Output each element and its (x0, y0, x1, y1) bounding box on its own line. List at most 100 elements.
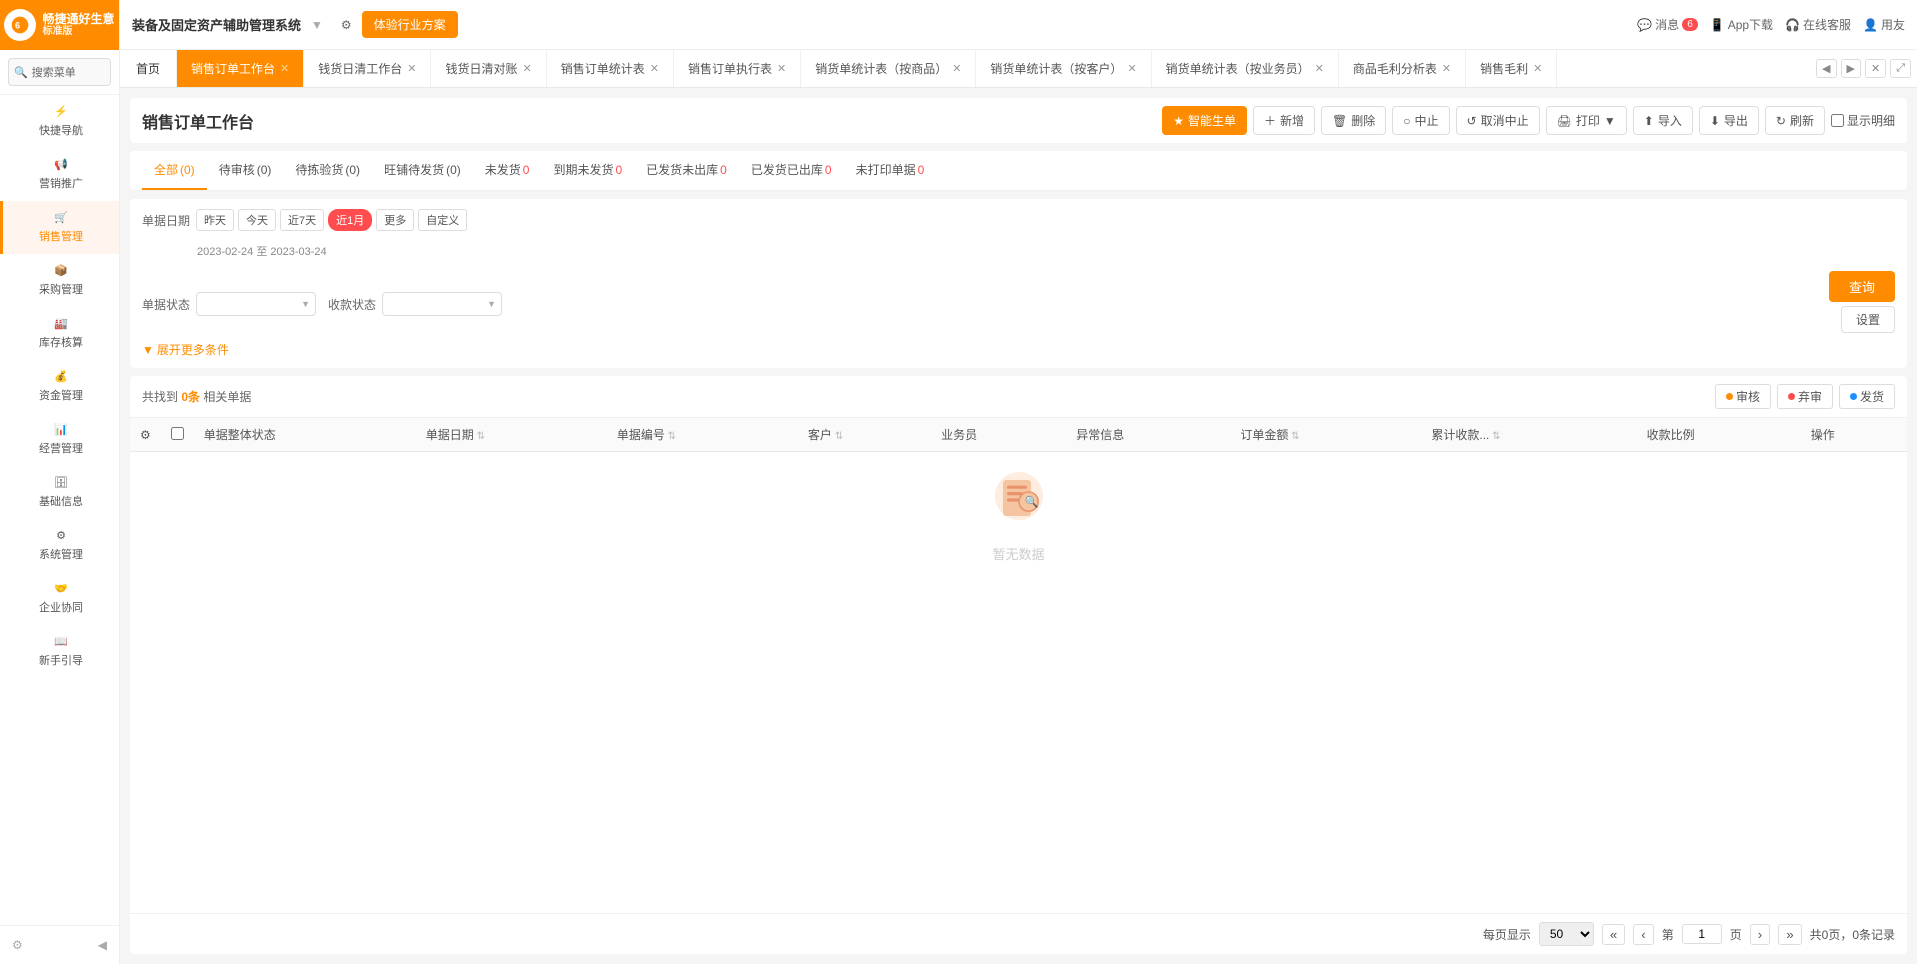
tab-cash-daily-workbench[interactable]: 钱货日清工作台 ✕ (304, 50, 431, 87)
user-menu-button[interactable]: 👤 用友 (1863, 16, 1905, 33)
prev-page-button[interactable]: ‹ (1633, 924, 1653, 945)
search-icon: 🔍 (14, 66, 28, 79)
tab-scroll-right-button[interactable]: ▶ (1841, 59, 1861, 78)
tab-home[interactable]: 首页 (120, 50, 177, 87)
query-button[interactable]: 查询 (1829, 271, 1895, 302)
tab-close-icon[interactable]: ✕ (1533, 62, 1542, 75)
sidebar-item-basic[interactable]: 🗄 基础信息 (0, 466, 119, 519)
refresh-button[interactable]: ↻ 刷新 (1765, 106, 1825, 135)
date-btn-custom[interactable]: 自定义 (418, 209, 467, 231)
last-page-button[interactable]: » (1778, 924, 1801, 945)
ship-batch-button[interactable]: 发货 (1839, 384, 1895, 409)
message-button[interactable]: 💬 消息 6 (1637, 16, 1698, 33)
sidebar-item-guide[interactable]: 📖 新手引导 (0, 625, 119, 678)
col-customer[interactable]: 客户 (798, 418, 931, 452)
show-detail-checkbox[interactable] (1831, 114, 1844, 127)
sub-tab-pending-inspection[interactable]: 待拣验货(0) (283, 151, 372, 190)
tab-close-icon[interactable]: ✕ (650, 62, 659, 75)
gear-button[interactable]: ⚙ (341, 18, 352, 32)
tab-sales-order-execution[interactable]: 销售订单执行表 ✕ (674, 50, 801, 87)
tab-close-icon[interactable]: ✕ (1315, 62, 1324, 75)
import-button[interactable]: ⬆ 导入 (1633, 106, 1693, 135)
tab-sales-gross[interactable]: 销售毛利 ✕ (1466, 50, 1557, 87)
status-select[interactable] (196, 292, 316, 316)
stop-button[interactable]: ○ 中止 (1392, 106, 1449, 135)
sidebar-item-finance[interactable]: 💰 资金管理 (0, 360, 119, 413)
tab-sales-stats-product[interactable]: 销货单统计表（按商品） ✕ (801, 50, 976, 87)
show-detail-label[interactable]: 显示明细 (1831, 112, 1895, 129)
chevron-down-icon: ▼ (142, 343, 154, 357)
tab-close-icon[interactable]: ✕ (280, 62, 289, 75)
collapse-sidebar-button[interactable]: ◀ (94, 934, 111, 956)
smart-gen-button[interactable]: ★ 智能生单 (1162, 106, 1247, 135)
col-exception: 异常信息 (1066, 418, 1230, 452)
tab-close-icon[interactable]: ✕ (952, 62, 961, 75)
search-menu-button[interactable]: 🔍 搜索菜单 (8, 58, 111, 86)
col-date[interactable]: 单据日期 (416, 418, 607, 452)
tab-close-icon[interactable]: ✕ (777, 62, 786, 75)
delete-button[interactable]: 🗑 删除 (1321, 106, 1386, 135)
export-button[interactable]: ⬇ 导出 (1699, 106, 1759, 135)
tab-cash-reconciliation[interactable]: 钱货日清对账 ✕ (431, 50, 546, 87)
tab-sales-order-workbench[interactable]: 销售订单工作台 ✕ (177, 50, 304, 87)
col-collected[interactable]: 累计收款... (1421, 418, 1636, 452)
tab-product-gross-margin[interactable]: 商品毛利分析表 ✕ (1339, 50, 1466, 87)
date-btn-7days[interactable]: 近7天 (280, 209, 324, 231)
tab-close-all-button[interactable]: ✕ (1865, 59, 1886, 78)
sub-tab-overdue-not-shipped[interactable]: 到期未发货0 (541, 151, 634, 190)
tab-sales-stats-salesperson[interactable]: 销货单统计表（按业务员） ✕ (1152, 50, 1339, 87)
settings-bottom-button[interactable]: ⚙ (8, 934, 27, 956)
page-title: 销售订单工作台 (142, 109, 254, 133)
cancel-stop-button[interactable]: ↺ 取消中止 (1456, 106, 1540, 135)
sidebar-item-system[interactable]: ⚙ 系统管理 (0, 519, 119, 572)
tab-close-icon[interactable]: ✕ (407, 62, 416, 75)
tab-sales-stats-customer[interactable]: 销货单统计表（按客户） ✕ (976, 50, 1151, 87)
app-download-button[interactable]: 📱 App下载 (1710, 16, 1773, 33)
print-icon: 🖨 (1557, 114, 1572, 128)
date-btn-more[interactable]: 更多 (376, 209, 414, 231)
sidebar: 6 畅捷通好生意 标准版 🔍 搜索菜单 ⚡ 快捷导航 📢 营销推广 🛒 销售管理 (0, 0, 120, 964)
review-batch-button[interactable]: 审核 (1715, 384, 1771, 409)
system-dropdown-icon[interactable]: ▼ (311, 18, 323, 32)
new-button[interactable]: ＋ 新增 (1253, 106, 1315, 135)
industry-solution-button[interactable]: 体验行业方案 (362, 11, 458, 38)
sub-tab-not-shipped[interactable]: 未发货0 (473, 151, 542, 190)
sidebar-item-quick-nav[interactable]: ⚡ 快捷导航 (0, 95, 119, 148)
sub-tab-pending-review[interactable]: 待审核(0) (207, 151, 284, 190)
sub-tab-all[interactable]: 全部(0) (142, 151, 207, 190)
sidebar-item-inventory[interactable]: 🏭 库存核算 (0, 307, 119, 360)
date-btn-1month[interactable]: 近1月 (328, 209, 372, 231)
page-number-input[interactable] (1682, 924, 1722, 944)
first-page-button[interactable]: « (1602, 924, 1625, 945)
sidebar-item-marketing[interactable]: 📢 营销推广 (0, 148, 119, 201)
abandon-batch-button[interactable]: 弃审 (1777, 384, 1833, 409)
sub-tab-shipped-warehoused[interactable]: 已发货已出库0 (739, 151, 844, 190)
filter-payment-item: 收款状态 (328, 292, 502, 316)
print-button[interactable]: 🖨 打印 ▼ (1546, 106, 1627, 135)
tab-maximize-button[interactable]: ⤢ (1890, 59, 1911, 78)
table-header: 共找到 0条 相关单据 审核 弃审 发货 (130, 376, 1907, 418)
tab-close-icon[interactable]: ✕ (523, 62, 532, 75)
select-all-checkbox[interactable] (171, 427, 184, 440)
tab-sales-order-stats[interactable]: 销售订单统计表 ✕ (547, 50, 674, 87)
tab-scroll-left-button[interactable]: ◀ (1816, 59, 1836, 78)
col-number[interactable]: 单据编号 (607, 418, 798, 452)
sub-tab-shipped-not-warehoused[interactable]: 已发货未出库0 (634, 151, 739, 190)
tab-close-icon[interactable]: ✕ (1127, 62, 1136, 75)
payment-select[interactable] (382, 292, 502, 316)
expand-filter-button[interactable]: ▼ 展开更多条件 (142, 341, 1895, 358)
sidebar-item-enterprise[interactable]: 🤝 企业协同 (0, 572, 119, 625)
date-btn-yesterday[interactable]: 昨天 (196, 209, 234, 231)
page-size-select[interactable]: 50 10 20 100 (1539, 922, 1594, 946)
online-service-button[interactable]: 🎧 在线客服 (1785, 16, 1851, 33)
sidebar-item-sales[interactable]: 🛒 销售管理 (0, 201, 119, 254)
next-page-button[interactable]: › (1750, 924, 1770, 945)
sub-tab-wangpu-pending[interactable]: 旺铺待发货(0) (372, 151, 473, 190)
sub-tab-not-printed[interactable]: 未打印单据0 (844, 151, 937, 190)
sidebar-item-operations[interactable]: 📊 经营管理 (0, 413, 119, 466)
tab-close-icon[interactable]: ✕ (1442, 62, 1451, 75)
sidebar-item-purchase[interactable]: 📦 采购管理 (0, 254, 119, 307)
col-amount[interactable]: 订单金额 (1230, 418, 1421, 452)
date-btn-today[interactable]: 今天 (238, 209, 276, 231)
set-button[interactable]: 设置 (1841, 306, 1895, 333)
